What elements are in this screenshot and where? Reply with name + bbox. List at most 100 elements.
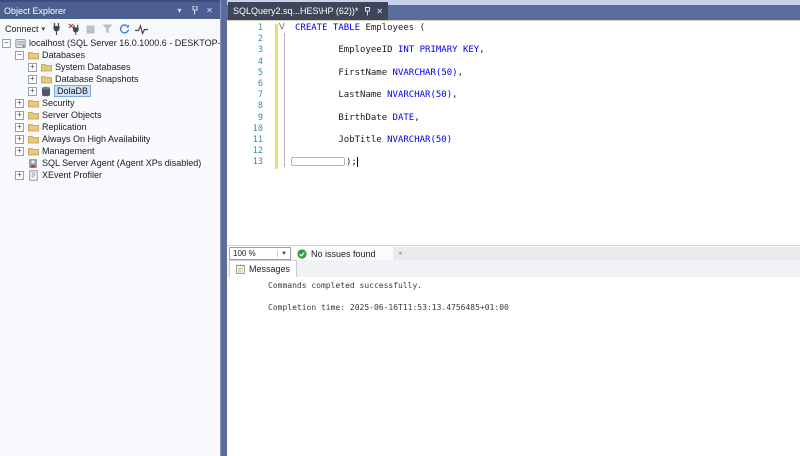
activity-monitor-icon[interactable]: [134, 23, 149, 36]
code-line: JobTitle NVARCHAR(50): [295, 134, 453, 145]
line-number[interactable]: 1: [227, 23, 263, 34]
folder-icon: [27, 50, 39, 61]
connect-plug-icon[interactable]: [49, 23, 64, 36]
expand-icon[interactable]: +: [15, 122, 24, 132]
line-number[interactable]: 6: [227, 79, 263, 90]
outline-guide-line: [284, 33, 285, 167]
tree-item-label: Management: [42, 146, 95, 156]
collapse-icon[interactable]: −: [2, 38, 11, 48]
line-number[interactable]: 10: [227, 124, 263, 135]
chevron-down-icon: ▾: [41, 26, 46, 33]
tree-item-doladb[interactable]: + DolaDB: [0, 85, 220, 97]
tree-item-server-objects[interactable]: + Server Objects: [0, 109, 220, 121]
collapse-icon[interactable]: −: [15, 50, 24, 60]
expand-icon[interactable]: +: [28, 62, 37, 72]
message-line: Commands completed successfully.: [268, 281, 423, 290]
editor-status-strip: 100 % ▼ No issues found ◂: [227, 245, 800, 260]
messages-tab-label: Messages: [249, 264, 291, 274]
tree-item-label: System Databases: [55, 62, 131, 72]
query-tab[interactable]: SQLQuery2.sq...HES\HP (62))* ✕: [228, 2, 389, 20]
expand-icon[interactable]: +: [15, 134, 24, 144]
server-icon: [14, 38, 26, 49]
refresh-icon[interactable]: [117, 23, 132, 36]
code-line: FirstName NVARCHAR(50),: [295, 67, 463, 78]
line-number[interactable]: 13: [227, 157, 263, 168]
health-text: No issues found: [311, 248, 376, 259]
disconnect-plug-icon[interactable]: [66, 23, 81, 36]
stop-icon[interactable]: [83, 23, 98, 36]
code-editor[interactable]: 1 2 3 4 5 6 7 8 9 10 11 12 13 ⋁ CREATE TABLE Employe…: [227, 20, 800, 245]
close-icon[interactable]: ✕: [376, 7, 383, 16]
tree-item-replication[interactable]: + Replication: [0, 121, 220, 133]
messages-icon: [236, 264, 245, 274]
tree-item-databases[interactable]: − Databases: [0, 49, 220, 61]
line-number[interactable]: 8: [227, 101, 263, 112]
tree-item-label: Always On High Availability: [42, 134, 151, 144]
pin-icon[interactable]: [188, 5, 201, 17]
tree-item-label: Database Snapshots: [55, 74, 139, 84]
expand-icon[interactable]: +: [15, 98, 24, 108]
results-tab-row: Messages: [227, 260, 800, 277]
filter-icon[interactable]: [100, 23, 115, 36]
panel-splitter[interactable]: [220, 0, 227, 456]
tab-messages[interactable]: Messages: [229, 260, 298, 277]
tree-item-sql-server-agent[interactable]: SQL Server Agent (Agent XPs disabled): [0, 157, 220, 169]
message-line: Completion time: 2025-06-16T11:53:13.475…: [268, 303, 509, 312]
tree-item-security[interactable]: + Security: [0, 97, 220, 109]
folder-icon: [27, 146, 39, 157]
code-line: );: [291, 157, 800, 168]
expand-icon[interactable]: +: [28, 74, 37, 84]
window-position-icon[interactable]: ▾: [173, 5, 186, 17]
scroll-left-icon[interactable]: ◂: [398, 250, 402, 257]
expand-icon[interactable]: +: [15, 170, 24, 180]
folder-icon: [27, 122, 39, 133]
chevron-down-icon: ▼: [277, 250, 290, 257]
expand-icon[interactable]: +: [15, 110, 24, 120]
tree-item-label: Databases: [42, 50, 86, 60]
line-number-gutter[interactable]: 1 2 3 4 5 6 7 8 9 10 11 12 13: [227, 23, 263, 168]
outline-collapse-icon[interactable]: ⋁: [279, 22, 285, 30]
line-number[interactable]: 11: [227, 135, 263, 146]
code-line: BirthDate DATE,: [295, 112, 420, 123]
database-icon: [40, 86, 52, 97]
horizontal-scrollbar[interactable]: ◂: [393, 247, 800, 260]
line-number[interactable]: 4: [227, 57, 263, 68]
expand-icon[interactable]: +: [15, 146, 24, 156]
health-indicator[interactable]: No issues found: [297, 247, 376, 260]
object-explorer-panel: Object Explorer ▾ ✕ Connect ▾ − localhos…: [0, 0, 220, 456]
tree-item-label: Replication: [42, 122, 87, 132]
zoom-dropdown[interactable]: 100 % ▼: [229, 247, 291, 260]
folder-icon: [27, 98, 39, 109]
code-line: CREATE TABLE Employees (: [295, 23, 426, 33]
object-explorer-title: Object Explorer: [4, 5, 67, 16]
tree-item-label: SQL Server Agent (Agent XPs disabled): [42, 158, 202, 168]
tree-item-always-on-high-availability[interactable]: + Always On High Availability: [0, 133, 220, 145]
tree-item-database-snapshots[interactable]: + Database Snapshots: [0, 73, 220, 85]
expand-icon[interactable]: +: [28, 86, 37, 96]
tree-item-label: Server Objects: [42, 110, 102, 120]
tree-item-management[interactable]: + Management: [0, 145, 220, 157]
line-number[interactable]: 7: [227, 90, 263, 101]
pin-icon[interactable]: [364, 6, 371, 16]
tree-item-system-databases[interactable]: + System Databases: [0, 61, 220, 73]
tree-item-localhost[interactable]: − localhost (SQL Server 16.0.1000.6 - DES…: [0, 37, 220, 49]
connect-button[interactable]: Connect ▾: [3, 24, 47, 34]
line-number[interactable]: 5: [227, 68, 263, 79]
code-text[interactable]: CREATE TABLE Employees ( EmployeeID INT …: [291, 23, 800, 168]
check-circle-icon: [297, 248, 307, 259]
line-number[interactable]: 12: [227, 146, 263, 157]
line-number[interactable]: 3: [227, 45, 263, 56]
line-number[interactable]: 9: [227, 113, 263, 124]
folder-icon: [27, 134, 39, 145]
tree-item-xevent-profiler[interactable]: + XEvent Profiler: [0, 169, 220, 181]
code-line: LastName NVARCHAR(50),: [295, 90, 458, 101]
line-number[interactable]: 2: [227, 34, 263, 45]
close-icon[interactable]: ✕: [203, 5, 216, 17]
